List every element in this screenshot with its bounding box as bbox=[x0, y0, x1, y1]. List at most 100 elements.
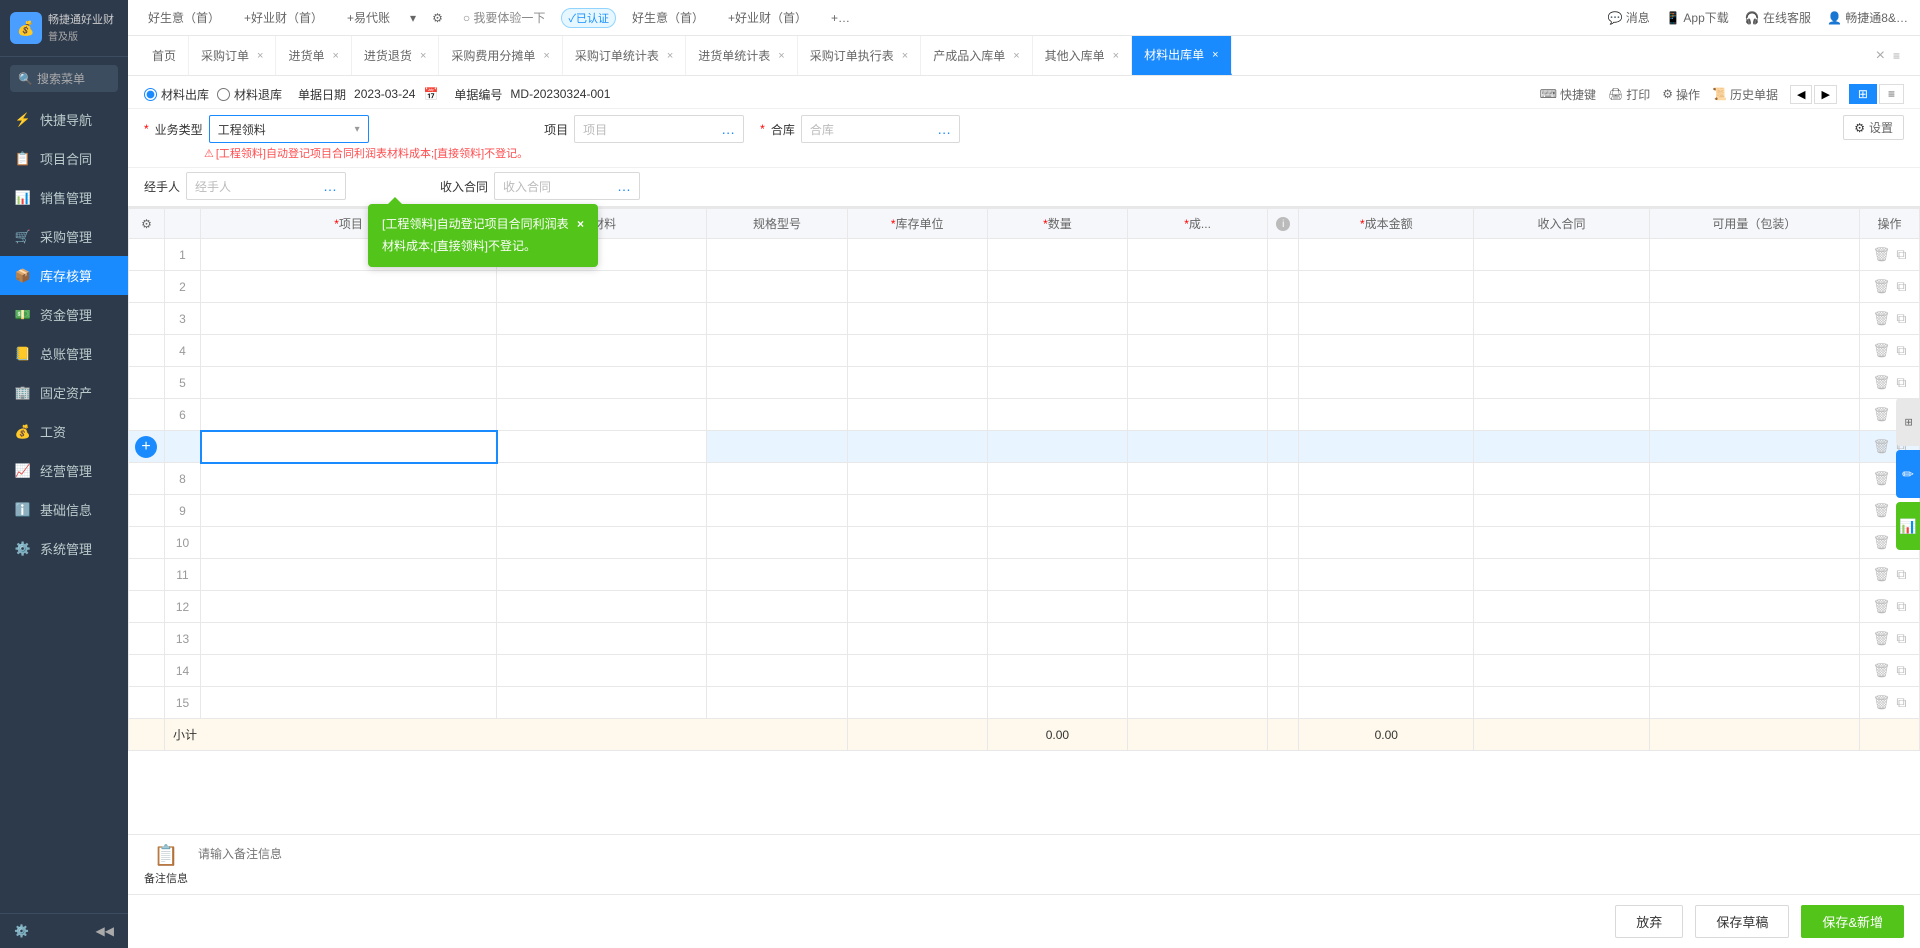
row-cost-amount-6[interactable] bbox=[1299, 399, 1474, 431]
row-spec-2[interactable] bbox=[707, 271, 847, 303]
row-cost-amount-3[interactable] bbox=[1299, 303, 1474, 335]
add-row-button[interactable]: + bbox=[135, 436, 157, 458]
shortcut-btn[interactable]: ⌨ 快捷键 bbox=[1540, 86, 1596, 103]
tab-purchase-cost-close[interactable]: × bbox=[543, 50, 549, 62]
row-cost-amount-4[interactable] bbox=[1299, 335, 1474, 367]
row-unit-4[interactable] bbox=[847, 335, 987, 367]
delete-icon-add[interactable]: 🗑 bbox=[1873, 438, 1891, 455]
row-project-6[interactable] bbox=[201, 399, 497, 431]
row-unit-5[interactable] bbox=[847, 367, 987, 399]
tab-purchase-exec-close[interactable]: × bbox=[902, 50, 908, 62]
right-tool-1[interactable]: ⊞ bbox=[1896, 398, 1920, 446]
tab-purchase-in-stat-close[interactable]: × bbox=[778, 50, 784, 62]
sidebar-item-basic[interactable]: ℹ️ 基础信息 bbox=[0, 490, 128, 529]
row-available-5[interactable] bbox=[1649, 367, 1859, 399]
sidebar-item-finance[interactable]: 💵 资金管理 bbox=[0, 295, 128, 334]
radio-material-out-input[interactable] bbox=[144, 88, 157, 101]
delete-icon-2[interactable]: 🗑 bbox=[1873, 278, 1891, 295]
sidebar-item-operations[interactable]: 📈 经营管理 bbox=[0, 451, 128, 490]
message-btn[interactable]: 💬 消息 bbox=[1608, 9, 1650, 26]
row-material-4[interactable] bbox=[497, 335, 707, 367]
row-qty-5[interactable] bbox=[987, 367, 1127, 399]
row-cost-4[interactable] bbox=[1128, 335, 1268, 367]
row-spec-6[interactable] bbox=[707, 399, 847, 431]
row-income-contract-1[interactable] bbox=[1474, 239, 1649, 271]
project-select[interactable]: 项目 … bbox=[574, 115, 744, 143]
row-available-1[interactable] bbox=[1649, 239, 1859, 271]
sidebar-item-sales[interactable]: 📊 销售管理 bbox=[0, 178, 128, 217]
row-qty-4[interactable] bbox=[987, 335, 1127, 367]
tab-purchase-cost[interactable]: 采购费用分摊单× bbox=[439, 36, 562, 75]
row-cost-amount-5[interactable] bbox=[1299, 367, 1474, 399]
income-contract-select[interactable]: 收入合同 … bbox=[494, 172, 640, 200]
add-row-unit[interactable] bbox=[847, 431, 987, 463]
row-qty-6[interactable] bbox=[987, 399, 1127, 431]
top-nav-item-3[interactable]: 好生意（首） bbox=[624, 9, 712, 26]
tab-purchase-return-close[interactable]: × bbox=[420, 50, 426, 62]
app-download-btn[interactable]: 📱 App下载 bbox=[1666, 9, 1729, 26]
row-unit-3[interactable] bbox=[847, 303, 987, 335]
copy-icon-1[interactable]: ⧉ bbox=[1896, 246, 1906, 263]
copy-icon-3[interactable]: ⧉ bbox=[1896, 310, 1906, 327]
delete-icon-8[interactable]: 🗑 bbox=[1873, 470, 1891, 487]
row-project-2[interactable] bbox=[201, 271, 497, 303]
tab-product-in[interactable]: 产成品入库单× bbox=[921, 36, 1032, 75]
tab-product-in-close[interactable]: × bbox=[1013, 50, 1019, 62]
tab-purchase-in-close[interactable]: × bbox=[332, 50, 338, 62]
income-contract-dots-icon[interactable]: … bbox=[617, 178, 631, 194]
save-draft-button[interactable]: 保存草稿 bbox=[1695, 905, 1789, 938]
tab-material-out[interactable]: 材料出库单 × bbox=[1132, 36, 1231, 75]
sidebar-item-assets[interactable]: 🏢 固定资产 bbox=[0, 373, 128, 412]
notes-input[interactable] bbox=[198, 843, 1904, 865]
history-btn[interactable]: 📜 历史单据 bbox=[1712, 86, 1778, 103]
top-nav-item-2[interactable]: +易代账 bbox=[339, 9, 398, 26]
row-available-2[interactable] bbox=[1649, 271, 1859, 303]
row-income-contract-5[interactable] bbox=[1474, 367, 1649, 399]
top-nav-item-0[interactable]: 好生意（首） bbox=[140, 9, 228, 26]
row-qty-3[interactable] bbox=[987, 303, 1127, 335]
add-row-income-contract[interactable] bbox=[1474, 431, 1649, 463]
save-new-button[interactable]: 保存&新增 bbox=[1801, 905, 1904, 938]
radio-material-out[interactable]: 材料出库 bbox=[144, 86, 209, 103]
copy-icon-4[interactable]: ⧉ bbox=[1896, 342, 1906, 359]
sidebar-item-inventory[interactable]: 📦 库存核算 bbox=[0, 256, 128, 295]
add-row-material-input[interactable] bbox=[497, 431, 707, 463]
tab-purchase-exec[interactable]: 采购订单执行表× bbox=[798, 36, 921, 75]
settings-icon[interactable]: ⚙ bbox=[428, 11, 447, 25]
sidebar-item-quicknav[interactable]: ⚡ 快捷导航 bbox=[0, 100, 128, 139]
tab-purchase-order[interactable]: 采购订单× bbox=[189, 36, 276, 75]
top-nav-dropdown[interactable]: ▾ bbox=[406, 11, 420, 25]
top-nav-item-1[interactable]: +好业财（首） bbox=[236, 9, 331, 26]
row-cost-amount-2[interactable] bbox=[1299, 271, 1474, 303]
tab-purchase-stat[interactable]: 采购订单统计表× bbox=[563, 36, 686, 75]
row-material-6[interactable] bbox=[497, 399, 707, 431]
print-btn[interactable]: 🖨 打印 bbox=[1608, 86, 1650, 103]
prev-doc-btn[interactable]: ◀ bbox=[1790, 85, 1812, 104]
project-dots-icon[interactable]: … bbox=[721, 121, 735, 137]
tab-purchase-stat-close[interactable]: × bbox=[667, 50, 673, 62]
add-row-available[interactable] bbox=[1649, 431, 1859, 463]
row-cost-3[interactable] bbox=[1128, 303, 1268, 335]
online-support-btn[interactable]: 🎧 在线客服 bbox=[1745, 9, 1811, 26]
row-material-3[interactable] bbox=[497, 303, 707, 335]
column-settings-icon[interactable]: ⚙ bbox=[141, 217, 152, 231]
handler-select[interactable]: 经手人 … bbox=[186, 172, 346, 200]
right-tool-3[interactable]: 📊 bbox=[1896, 502, 1920, 550]
row-spec-3[interactable] bbox=[707, 303, 847, 335]
top-nav-trial[interactable]: ○ 我要体验一下 bbox=[455, 9, 554, 26]
settings-gear-icon[interactable]: ⚙️ bbox=[14, 924, 29, 938]
row-cost-5[interactable] bbox=[1128, 367, 1268, 399]
discard-button[interactable]: 放弃 bbox=[1615, 905, 1683, 938]
row-material-5[interactable] bbox=[497, 367, 707, 399]
sidebar-item-project[interactable]: 📋 项目合同 bbox=[0, 139, 128, 178]
delete-icon-1[interactable]: 🗑 bbox=[1873, 246, 1891, 263]
top-nav-item-5[interactable]: +… bbox=[823, 11, 858, 25]
row-project-5[interactable] bbox=[201, 367, 497, 399]
add-row-cost-amount[interactable] bbox=[1299, 431, 1474, 463]
row-cost-1[interactable] bbox=[1128, 239, 1268, 271]
search-menu-button[interactable]: 🔍 搜索菜单 bbox=[10, 65, 118, 92]
tab-other-in-close[interactable]: × bbox=[1113, 50, 1119, 62]
row-project-3[interactable] bbox=[201, 303, 497, 335]
business-type-select[interactable]: 工程领料 ▾ bbox=[209, 115, 369, 143]
row-material-2[interactable] bbox=[497, 271, 707, 303]
